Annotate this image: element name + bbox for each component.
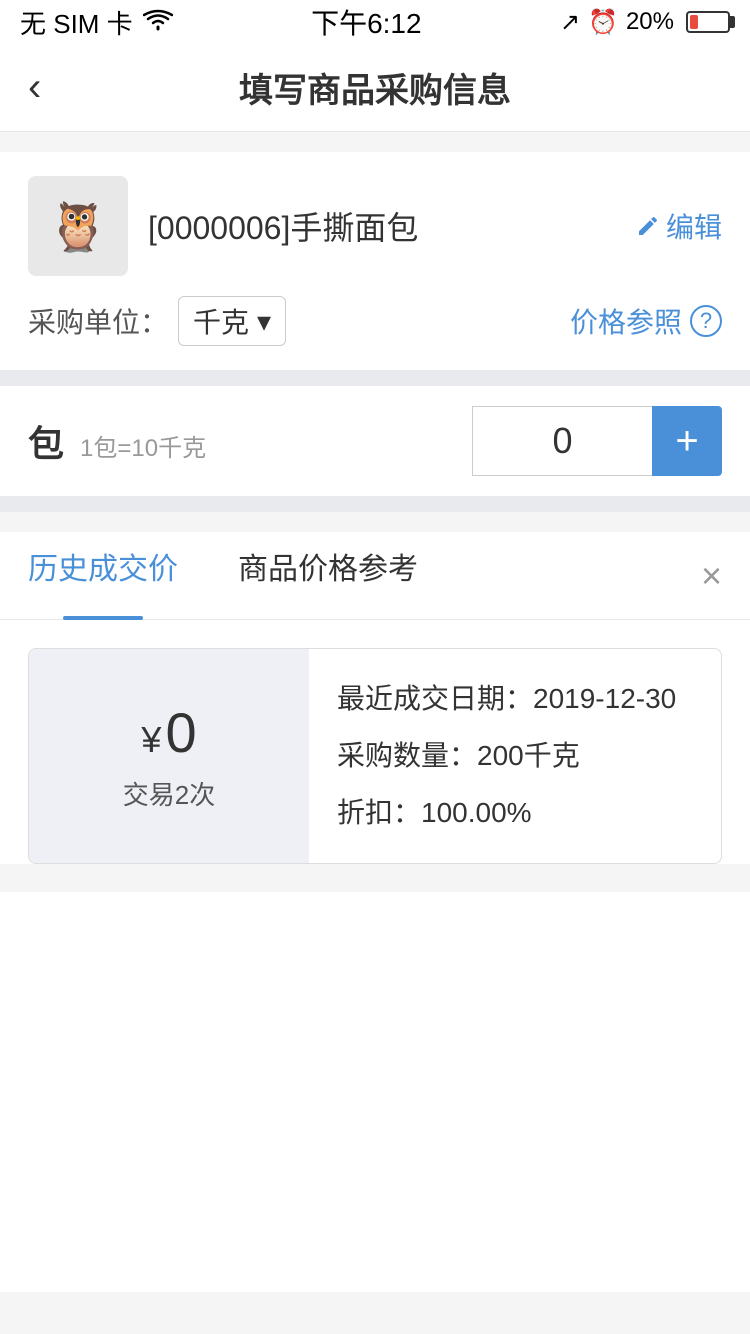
product-header: 🦉 [0000006]手撕面包 编辑 bbox=[28, 176, 722, 276]
status-bar: 无 SIM 卡 下午6:12 ↗ ⏰ 20% bbox=[0, 0, 750, 44]
edit-button[interactable]: 编辑 bbox=[636, 206, 722, 246]
nav-bar: ‹ 填写商品采购信息 bbox=[0, 44, 750, 132]
purchase-quantity-row: 采购数量：200千克 bbox=[337, 736, 693, 775]
quantity-plus-button[interactable]: + bbox=[652, 406, 722, 476]
tabs-section: 历史成交价 商品价格参考 × ¥0 交易2次 最近成交日期：2019-12-30… bbox=[0, 532, 750, 864]
status-right: ↗ ⏰ 20% bbox=[560, 8, 730, 37]
tabs-header: 历史成交价 商品价格参考 × bbox=[0, 532, 750, 620]
product-thumbnail-icon: 🦉 bbox=[48, 198, 108, 255]
dropdown-chevron-icon: ▾ bbox=[257, 305, 271, 338]
quantity-label: 采购数量： bbox=[337, 740, 477, 771]
discount-label: 折扣： bbox=[337, 797, 421, 828]
back-button[interactable]: ‹ bbox=[28, 65, 41, 110]
status-time: 下午6:12 bbox=[311, 2, 422, 42]
currency-symbol: ¥ bbox=[141, 719, 161, 760]
recent-date-row: 最近成交日期：2019-12-30 bbox=[337, 679, 693, 718]
trades-count: 交易2次 bbox=[123, 775, 215, 812]
quantity-value-display[interactable]: 0 bbox=[472, 406, 652, 476]
price-ref-help-icon: ? bbox=[690, 305, 722, 337]
price-amount: 0 bbox=[165, 701, 196, 764]
quantity-value: 200千克 bbox=[477, 740, 580, 771]
wifi-icon bbox=[143, 7, 173, 38]
section-divider bbox=[0, 370, 750, 386]
discount-row: 折扣：100.00% bbox=[337, 793, 693, 832]
tab-historical-price[interactable]: 历史成交价 bbox=[28, 532, 178, 620]
tab-price-reference[interactable]: 商品价格参考 bbox=[238, 532, 418, 620]
tabs-close-button[interactable]: × bbox=[701, 555, 722, 597]
product-unit-row: 采购单位： 千克 ▾ 价格参照 ? bbox=[28, 296, 722, 346]
price-reference-button[interactable]: 价格参照 ? bbox=[570, 301, 722, 341]
battery-percent: 20% bbox=[626, 8, 674, 36]
location-icon: ↗ bbox=[560, 8, 580, 37]
quantity-row: 包 1包=10千克 0 + bbox=[0, 386, 750, 496]
discount-value: 100.00% bbox=[421, 797, 532, 828]
price-ref-label: 价格参照 bbox=[570, 301, 682, 341]
price-display: ¥0 bbox=[141, 700, 196, 765]
price-card-right: 最近成交日期：2019-12-30 采购数量：200千克 折扣：100.00% bbox=[309, 649, 721, 863]
tab-price-ref-label: 商品价格参考 bbox=[238, 544, 418, 588]
recent-date-value: 2019-12-30 bbox=[533, 683, 676, 714]
product-info: 🦉 [0000006]手撕面包 bbox=[28, 176, 418, 276]
unit-select-dropdown[interactable]: 千克 ▾ bbox=[178, 296, 286, 346]
recent-date-label: 最近成交日期： bbox=[337, 683, 533, 714]
product-card: 🦉 [0000006]手撕面包 编辑 采购单位： 千克 ▾ 价格参照 ? bbox=[0, 152, 750, 370]
price-card-left: ¥0 交易2次 bbox=[29, 649, 309, 863]
bottom-area bbox=[0, 892, 750, 1292]
unit-value: 千克 bbox=[193, 301, 249, 341]
section-divider-2 bbox=[0, 496, 750, 512]
quantity-conversion-text: 1包=10千克 bbox=[80, 428, 206, 463]
status-left: 无 SIM 卡 bbox=[20, 4, 173, 41]
edit-label: 编辑 bbox=[666, 206, 722, 246]
quantity-unit-label: 包 bbox=[28, 415, 64, 467]
tab-historical-label: 历史成交价 bbox=[28, 544, 178, 588]
carrier-text: 无 SIM 卡 bbox=[20, 4, 133, 41]
page-title: 填写商品采购信息 bbox=[239, 63, 511, 112]
battery-icon bbox=[686, 11, 730, 33]
product-image: 🦉 bbox=[28, 176, 128, 276]
edit-icon bbox=[636, 214, 660, 238]
tabs-list: 历史成交价 商品价格参考 bbox=[28, 532, 418, 620]
unit-group: 采购单位： 千克 ▾ bbox=[28, 296, 286, 346]
unit-label: 采购单位： bbox=[28, 301, 168, 341]
alarm-icon: ⏰ bbox=[588, 8, 618, 37]
price-card: ¥0 交易2次 最近成交日期：2019-12-30 采购数量：200千克 折扣：… bbox=[28, 648, 722, 864]
quantity-input-group: 0 + bbox=[472, 406, 722, 476]
quantity-label-group: 包 1包=10千克 bbox=[28, 415, 206, 467]
product-name: [0000006]手撕面包 bbox=[148, 203, 418, 249]
